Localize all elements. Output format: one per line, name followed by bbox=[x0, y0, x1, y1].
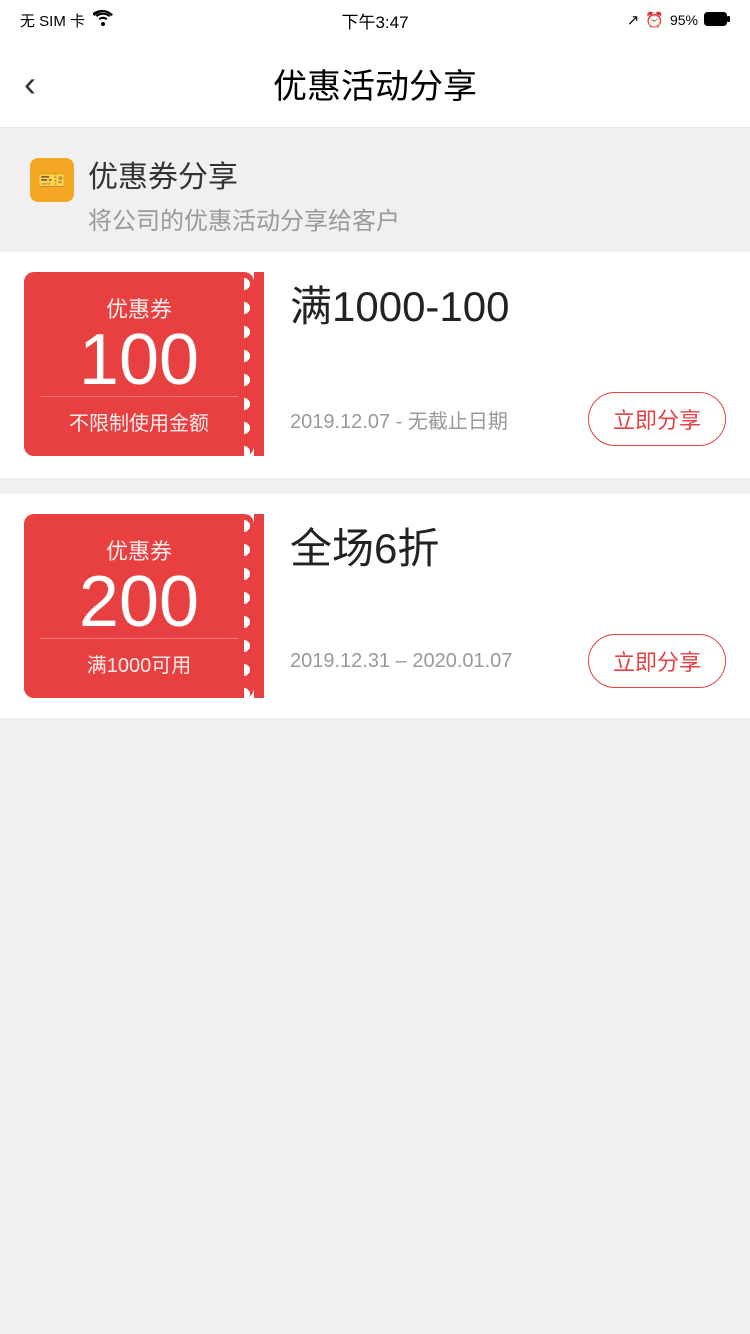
nav-bar: ‹ 优惠活动分享 bbox=[0, 40, 750, 128]
section-text-block: 优惠券分享 将公司的优惠活动分享给客户 bbox=[88, 158, 400, 236]
coupon-card-2: 优惠券 200 满1000可用 全场6折 2019.12.31 – 2020.0… bbox=[0, 494, 750, 718]
section-header: 🎫 优惠券分享 将公司的优惠活动分享给客户 bbox=[0, 128, 750, 252]
alarm-icon: ⏰ bbox=[645, 11, 664, 29]
coupon-info-2: 全场6折 2019.12.31 – 2020.01.07 立即分享 bbox=[254, 514, 726, 698]
status-right: ↗ ⏰ 95% bbox=[627, 11, 730, 29]
section-icon: 🎫 bbox=[30, 158, 74, 202]
coupon-name-2: 全场6折 bbox=[290, 524, 726, 574]
share-button-2[interactable]: 立即分享 bbox=[588, 634, 726, 688]
coupon-emoji-icon: 🎫 bbox=[38, 167, 65, 193]
bottom-area bbox=[0, 720, 750, 1280]
page-title: 优惠活动分享 bbox=[273, 59, 477, 108]
coupon-divider bbox=[0, 478, 750, 494]
battery-icon bbox=[704, 12, 730, 29]
status-time: 下午3:47 bbox=[341, 8, 408, 33]
location-icon: ↗ bbox=[627, 11, 640, 29]
coupon-info-1: 满1000-100 2019.12.07 - 无截止日期 立即分享 bbox=[254, 272, 726, 456]
coupon-amount-2: 200 bbox=[79, 566, 199, 638]
coupon-list: 优惠券 100 不限制使用金额 满1000-100 2019.12.07 - 无… bbox=[0, 252, 750, 718]
coupon-date-2: 2019.12.31 – 2020.01.07 bbox=[290, 650, 512, 673]
coupon-ticket-1: 优惠券 100 不限制使用金额 bbox=[24, 272, 254, 456]
coupon-bottom-2: 2019.12.31 – 2020.01.07 立即分享 bbox=[290, 634, 726, 688]
back-button[interactable]: ‹ bbox=[24, 66, 36, 102]
carrier-text: 无 SIM 卡 bbox=[20, 10, 85, 31]
back-icon: ‹ bbox=[24, 66, 36, 102]
coupon-amount-1: 100 bbox=[79, 324, 199, 396]
wifi-icon bbox=[93, 10, 113, 30]
coupon-card-1: 优惠券 100 不限制使用金额 满1000-100 2019.12.07 - 无… bbox=[0, 252, 750, 476]
status-bar: 无 SIM 卡 下午3:47 ↗ ⏰ 95% bbox=[0, 0, 750, 40]
coupon-condition-2: 满1000可用 bbox=[40, 638, 238, 678]
coupon-condition-1: 不限制使用金额 bbox=[40, 396, 238, 436]
status-left: 无 SIM 卡 bbox=[20, 10, 113, 31]
coupon-bottom-1: 2019.12.07 - 无截止日期 立即分享 bbox=[290, 392, 726, 446]
section-subtitle: 将公司的优惠活动分享给客户 bbox=[88, 201, 400, 236]
battery-text: 95% bbox=[670, 12, 698, 28]
coupon-date-1: 2019.12.07 - 无截止日期 bbox=[290, 405, 508, 434]
coupon-name-1: 满1000-100 bbox=[290, 282, 726, 332]
share-button-1[interactable]: 立即分享 bbox=[588, 392, 726, 446]
coupon-ticket-2: 优惠券 200 满1000可用 bbox=[24, 514, 254, 698]
section-title: 优惠券分享 bbox=[88, 158, 400, 197]
